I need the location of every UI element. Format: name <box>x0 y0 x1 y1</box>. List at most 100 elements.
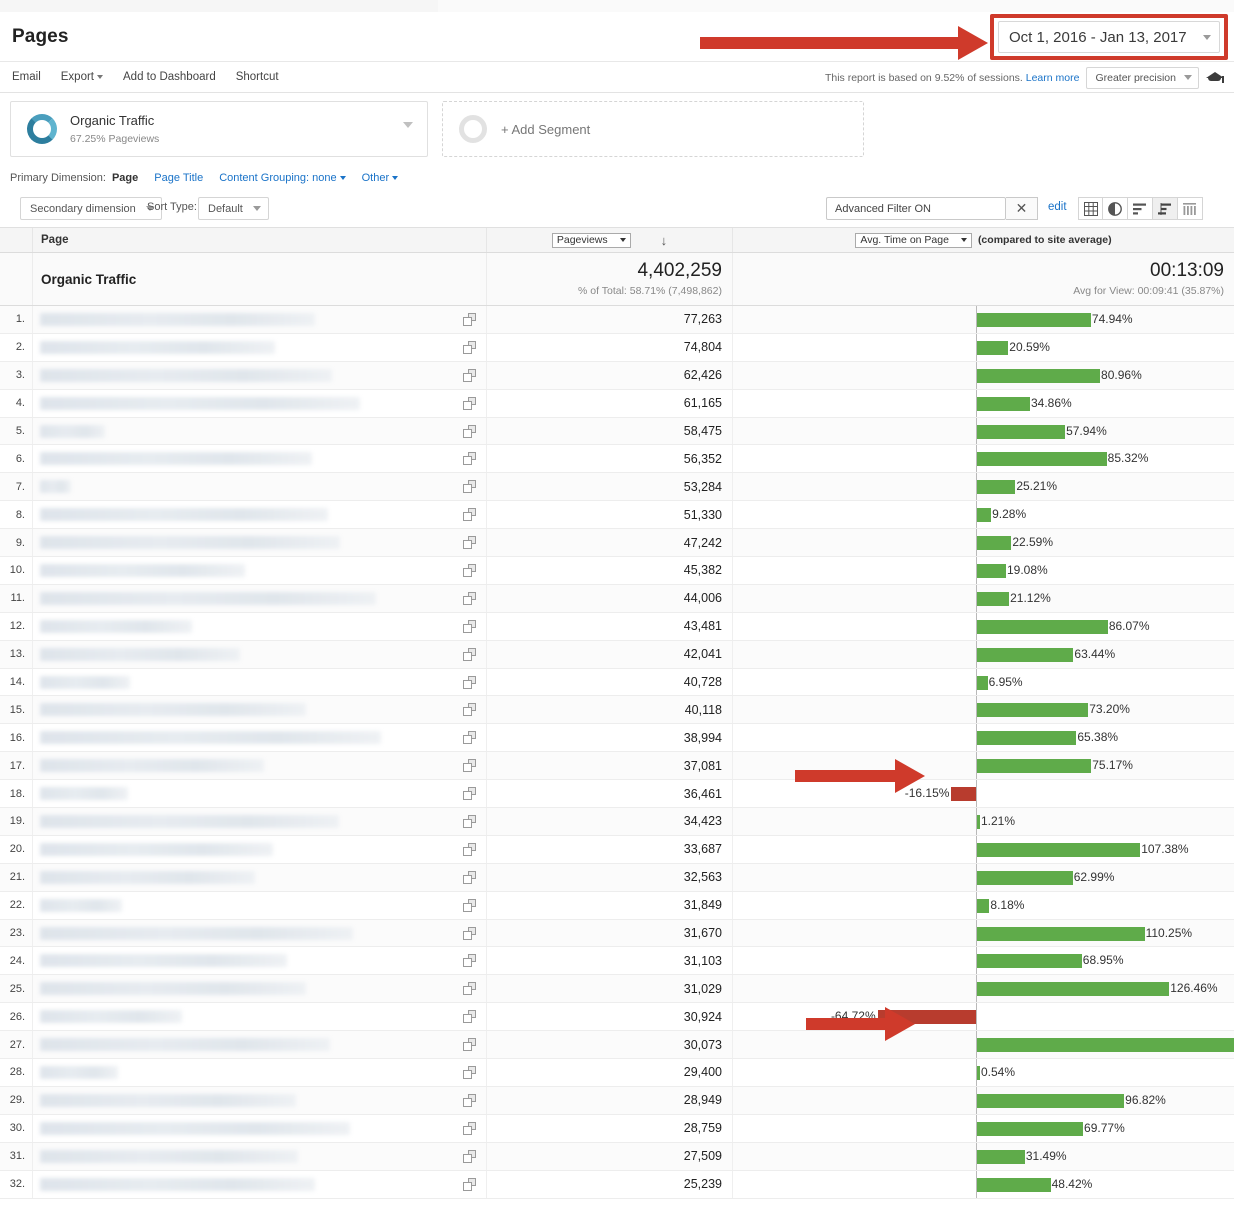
table-row[interactable]: 12.43,48186.07% <box>0 613 1234 641</box>
table-row[interactable]: 17.37,08175.17% <box>0 752 1234 780</box>
table-row[interactable]: 13.42,04163.44% <box>0 641 1234 669</box>
open-in-new-window-icon[interactable] <box>463 1010 476 1023</box>
table-view-icon[interactable] <box>1078 197 1103 220</box>
page-path-cell[interactable] <box>33 641 487 668</box>
edit-filter-link[interactable]: edit <box>1048 201 1067 213</box>
table-row[interactable]: 8.51,3309.28% <box>0 501 1234 529</box>
metric-select-pageviews[interactable]: Pageviews <box>552 233 631 248</box>
page-path-cell[interactable] <box>33 418 487 445</box>
table-row[interactable]: 21.32,56362.99% <box>0 864 1234 892</box>
page-path-cell[interactable] <box>33 1087 487 1114</box>
performance-view-icon[interactable] <box>1128 197 1153 220</box>
email-button[interactable]: Email <box>12 71 41 83</box>
primary-dimension-page-title[interactable]: Page Title <box>154 172 203 184</box>
precision-select[interactable]: Greater precision <box>1086 67 1199 89</box>
table-row[interactable]: 22.31,8498.18% <box>0 892 1234 920</box>
page-path-cell[interactable] <box>33 1003 487 1030</box>
table-row[interactable]: 1.77,26374.94% <box>0 306 1234 334</box>
chevron-down-icon[interactable] <box>403 122 413 128</box>
page-path-cell[interactable] <box>33 669 487 696</box>
table-row[interactable]: 24.31,10368.95% <box>0 947 1234 975</box>
table-row[interactable]: 32.25,23948.42% <box>0 1171 1234 1199</box>
page-path-cell[interactable] <box>33 334 487 361</box>
table-row[interactable]: 20.33,687107.38% <box>0 836 1234 864</box>
page-path-cell[interactable] <box>33 780 487 807</box>
page-path-cell[interactable] <box>33 1031 487 1058</box>
table-row[interactable]: 14.40,7286.95% <box>0 669 1234 697</box>
open-in-new-window-icon[interactable] <box>463 982 476 995</box>
open-in-new-window-icon[interactable] <box>463 815 476 828</box>
open-in-new-window-icon[interactable] <box>463 1178 476 1191</box>
primary-dimension-other[interactable]: Other <box>362 172 399 184</box>
sort-type-select[interactable]: Default <box>198 197 269 220</box>
open-in-new-window-icon[interactable] <box>463 1122 476 1135</box>
table-row[interactable]: 9.47,24222.59% <box>0 529 1234 557</box>
page-column-header[interactable]: Page <box>33 228 487 252</box>
open-in-new-window-icon[interactable] <box>463 536 476 549</box>
page-path-cell[interactable] <box>33 390 487 417</box>
table-row[interactable]: 16.38,99465.38% <box>0 724 1234 752</box>
page-path-cell[interactable] <box>33 920 487 947</box>
table-row[interactable]: 27.30,073171.72% <box>0 1031 1234 1059</box>
table-row[interactable]: 25.31,029126.46% <box>0 975 1234 1003</box>
page-path-cell[interactable] <box>33 445 487 472</box>
page-path-cell[interactable] <box>33 613 487 640</box>
metric-select-avg-time[interactable]: Avg. Time on Page <box>855 233 972 248</box>
page-path-cell[interactable] <box>33 808 487 835</box>
table-row[interactable]: 28.29,4000.54% <box>0 1059 1234 1087</box>
table-row[interactable]: 26.30,924-64.72% <box>0 1003 1234 1031</box>
open-in-new-window-icon[interactable] <box>463 341 476 354</box>
open-in-new-window-icon[interactable] <box>463 397 476 410</box>
shortcut-button[interactable]: Shortcut <box>236 71 279 83</box>
table-row[interactable]: 4.61,16534.86% <box>0 390 1234 418</box>
table-row[interactable]: 7.53,28425.21% <box>0 473 1234 501</box>
open-in-new-window-icon[interactable] <box>463 480 476 493</box>
open-in-new-window-icon[interactable] <box>463 425 476 438</box>
table-row[interactable]: 30.28,75969.77% <box>0 1115 1234 1143</box>
page-path-cell[interactable] <box>33 529 487 556</box>
primary-dimension-selected[interactable]: Page <box>112 172 138 184</box>
table-row[interactable]: 5.58,47557.94% <box>0 418 1234 446</box>
date-range-picker[interactable]: Oct 1, 2016 - Jan 13, 2017 <box>998 21 1220 53</box>
add-segment-button[interactable]: + Add Segment <box>442 101 864 157</box>
open-in-new-window-icon[interactable] <box>463 648 476 661</box>
page-path-cell[interactable] <box>33 696 487 723</box>
add-to-dashboard-button[interactable]: Add to Dashboard <box>123 71 216 83</box>
graduation-cap-icon[interactable] <box>1206 71 1224 84</box>
page-path-cell[interactable] <box>33 473 487 500</box>
page-path-cell[interactable] <box>33 1059 487 1086</box>
open-in-new-window-icon[interactable] <box>463 620 476 633</box>
open-in-new-window-icon[interactable] <box>463 1150 476 1163</box>
open-in-new-window-icon[interactable] <box>463 927 476 940</box>
table-row[interactable]: 23.31,670110.25% <box>0 920 1234 948</box>
pie-view-icon[interactable] <box>1103 197 1128 220</box>
open-in-new-window-icon[interactable] <box>463 954 476 967</box>
page-path-cell[interactable] <box>33 752 487 779</box>
page-path-cell[interactable] <box>33 724 487 751</box>
table-row[interactable]: 10.45,38219.08% <box>0 557 1234 585</box>
page-path-cell[interactable] <box>33 1143 487 1170</box>
open-in-new-window-icon[interactable] <box>463 564 476 577</box>
page-path-cell[interactable] <box>33 836 487 863</box>
open-in-new-window-icon[interactable] <box>463 899 476 912</box>
page-path-cell[interactable] <box>33 947 487 974</box>
pivot-view-icon[interactable] <box>1178 197 1203 220</box>
table-row[interactable]: 31.27,50931.49% <box>0 1143 1234 1171</box>
open-in-new-window-icon[interactable] <box>463 313 476 326</box>
open-in-new-window-icon[interactable] <box>463 759 476 772</box>
table-row[interactable]: 2.74,80420.59% <box>0 334 1234 362</box>
learn-more-link[interactable]: Learn more <box>1026 72 1080 84</box>
search-input[interactable]: Advanced Filter ON <box>826 197 1006 220</box>
page-path-cell[interactable] <box>33 557 487 584</box>
table-row[interactable]: 3.62,42680.96% <box>0 362 1234 390</box>
page-path-cell[interactable] <box>33 585 487 612</box>
open-in-new-window-icon[interactable] <box>463 1038 476 1051</box>
page-path-cell[interactable] <box>33 1171 487 1198</box>
table-row[interactable]: 11.44,00621.12% <box>0 585 1234 613</box>
table-row[interactable]: 15.40,11873.20% <box>0 696 1234 724</box>
primary-dimension-content-grouping[interactable]: Content Grouping: none <box>219 172 345 184</box>
open-in-new-window-icon[interactable] <box>463 787 476 800</box>
open-in-new-window-icon[interactable] <box>463 871 476 884</box>
open-in-new-window-icon[interactable] <box>463 843 476 856</box>
table-row[interactable]: 18.36,461-16.15% <box>0 780 1234 808</box>
